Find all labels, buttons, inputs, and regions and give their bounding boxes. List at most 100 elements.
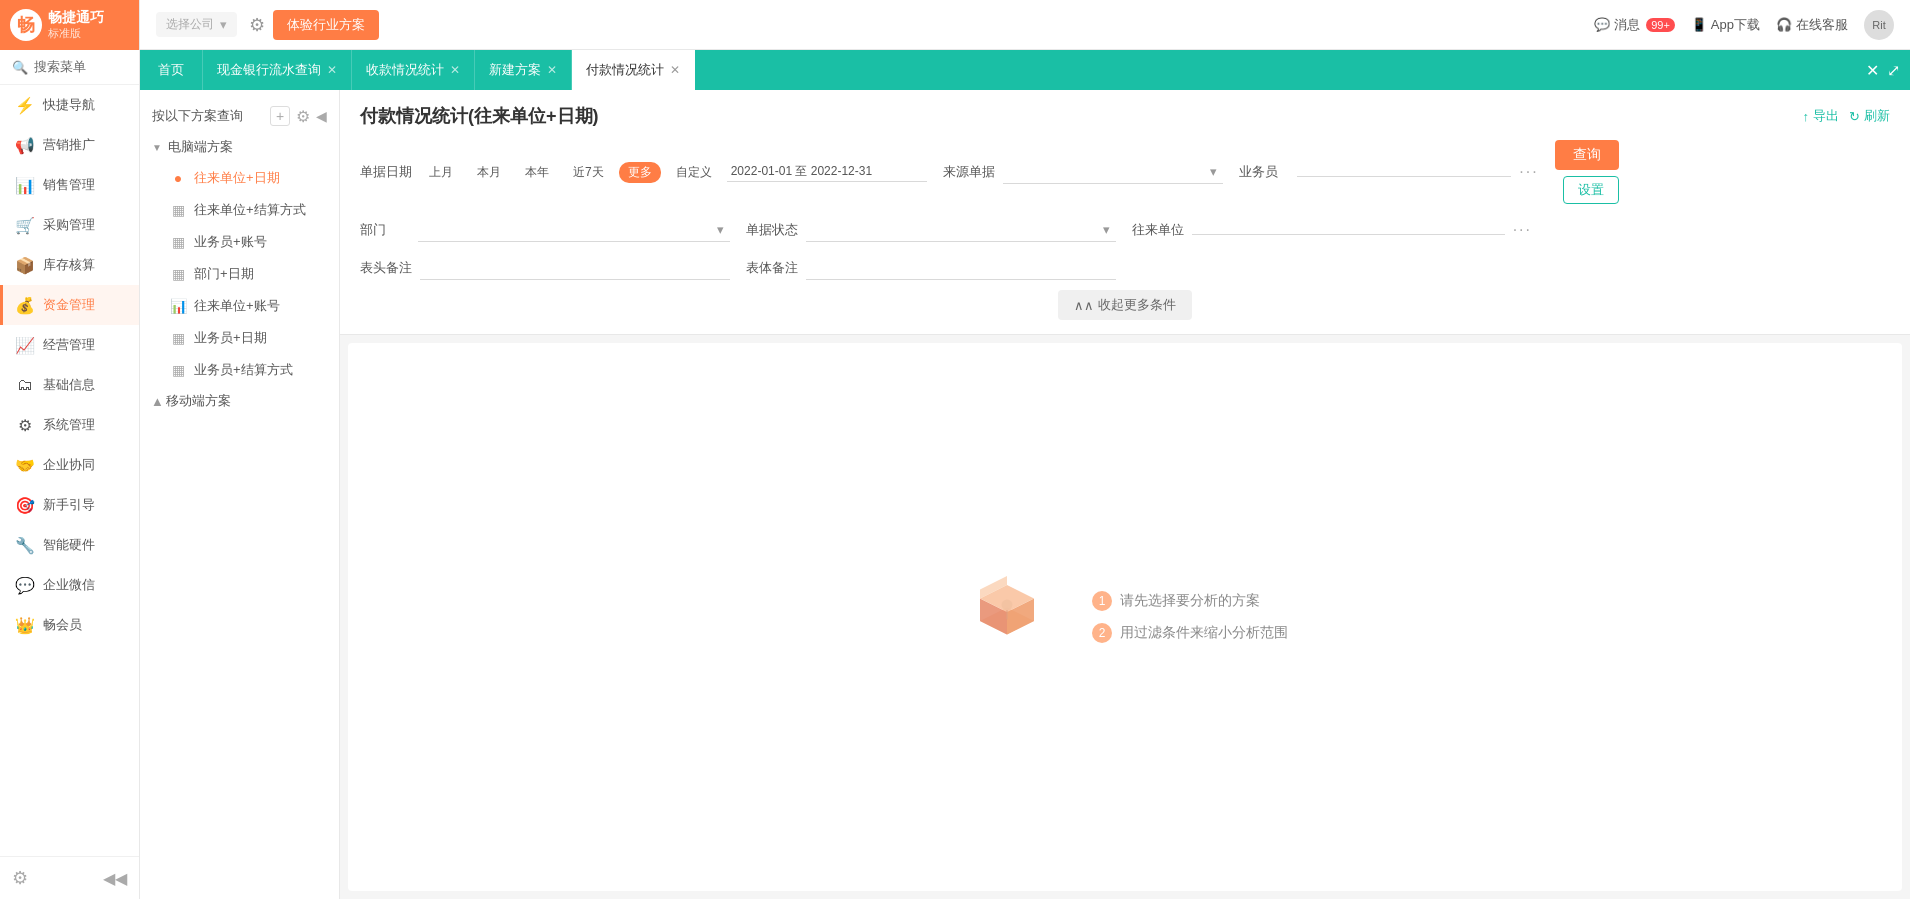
close-all-tabs-icon[interactable]: ✕ — [1866, 61, 1879, 80]
messages-button[interactable]: 💬 消息 99+ — [1594, 16, 1675, 34]
scheme-partner-date[interactable]: ● 往来单位+日期 — [140, 162, 339, 194]
mobile-section-title[interactable]: ▶ 移动端方案 — [140, 386, 339, 416]
collapse-filters-button[interactable]: ∧∧ 收起更多条件 — [1058, 290, 1192, 320]
scheme-salesman-date[interactable]: ▦ 业务员+日期 — [140, 322, 339, 354]
scheme-partner-settle[interactable]: ▦ 往来单位+结算方式 — [140, 194, 339, 226]
scheme-grid-icon-1: ▦ — [168, 202, 188, 218]
dept-chevron-icon: ▾ — [717, 222, 724, 237]
search-icon: 🔍 — [12, 60, 28, 75]
sidebar-item-member[interactable]: 👑 畅会员 — [0, 605, 139, 645]
left-panel: 按以下方案查询 + ⚙ ◀ ▼ 电脑端方案 ● 往来单位+日期 ▦ 往来单位+结… — [140, 90, 340, 899]
scheme-salesman-account[interactable]: ▦ 业务员+账号 — [140, 226, 339, 258]
sidebar-item-marketing[interactable]: 📢 营销推广 — [0, 125, 139, 165]
partner-select[interactable] — [1192, 226, 1505, 235]
header-note-input[interactable] — [420, 256, 730, 280]
app-download-button[interactable]: 📱 App下载 — [1691, 16, 1760, 34]
date-last-month-btn[interactable]: 上月 — [420, 161, 462, 184]
sidebar-item-system[interactable]: ⚙ 系统管理 — [0, 405, 139, 445]
tab-close-bank-flow[interactable]: ✕ — [327, 63, 337, 77]
date-custom-btn[interactable]: 自定义 — [667, 161, 721, 184]
sidebar-item-purchase[interactable]: 🛒 采购管理 — [0, 205, 139, 245]
tab-close-income-stats[interactable]: ✕ — [450, 63, 460, 77]
collapse-left-panel-icon[interactable]: ◀ — [316, 108, 327, 124]
user-avatar[interactable]: Rit — [1864, 10, 1894, 40]
doc-status-select[interactable]: ▾ — [806, 218, 1116, 242]
sidebar-item-sales[interactable]: 📊 销售管理 — [0, 165, 139, 205]
filter-rows: 单据日期 上月 本月 本年 近7天 更多 自定义 — [360, 140, 1890, 280]
filter-dept: 部门 ▾ — [360, 218, 730, 242]
tab-close-payment-stats[interactable]: ✕ — [670, 63, 680, 77]
sidebar-item-operations[interactable]: 📈 经营管理 — [0, 325, 139, 365]
pc-section-title[interactable]: ▼ 电脑端方案 — [140, 132, 339, 162]
salesman-dots-button[interactable]: ··· — [1519, 163, 1538, 181]
settings-gear-icon[interactable]: ⚙ — [12, 867, 28, 889]
add-scheme-button[interactable]: + — [270, 106, 290, 126]
sidebar-bottom: ⚙ ◀◀ — [0, 856, 139, 899]
export-icon: ↑ — [1803, 109, 1810, 124]
logo-text: 畅捷通巧 标准版 — [48, 9, 104, 41]
mobile-section-arrow-icon: ▶ — [151, 397, 162, 405]
date-this-year-btn[interactable]: 本年 — [516, 161, 558, 184]
purchase-icon: 🛒 — [15, 215, 35, 235]
refresh-button[interactable]: ↻ 刷新 — [1849, 107, 1890, 125]
date-7days-btn[interactable]: 近7天 — [564, 161, 613, 184]
sidebar-item-wechat[interactable]: 💬 企业微信 — [0, 565, 139, 605]
scheme-grid-icon-4: ▦ — [168, 330, 188, 346]
sidebar-item-quick-nav[interactable]: ⚡ 快捷导航 — [0, 85, 139, 125]
tab-close-new-plan[interactable]: ✕ — [547, 63, 557, 77]
scheme-settings-icon[interactable]: ⚙ — [296, 107, 310, 126]
tab-home[interactable]: 首页 — [140, 50, 203, 90]
collapse-sidebar-icon[interactable]: ◀◀ — [103, 869, 127, 888]
body-note-input[interactable] — [806, 256, 1116, 280]
logo-area: 畅 畅捷通巧 标准版 — [0, 0, 139, 50]
tab-bank-flow[interactable]: 现金银行流水查询 ✕ — [203, 50, 352, 90]
query-button[interactable]: 查询 — [1555, 140, 1619, 170]
source-doc-select[interactable]: ▾ — [1003, 160, 1223, 184]
main: 选择公司 ▾ ⚙ 体验行业方案 💬 消息 99+ 📱 App下载 🎧 在线客服 … — [140, 0, 1910, 899]
date-range-input[interactable] — [727, 163, 927, 182]
inventory-icon: 📦 — [15, 255, 35, 275]
filter-date-range: 单据日期 上月 本月 本年 近7天 更多 自定义 — [360, 161, 927, 184]
topbar-settings-icon[interactable]: ⚙ — [249, 14, 265, 36]
partner-dots-button[interactable]: ··· — [1513, 221, 1532, 239]
tab-new-plan[interactable]: 新建方案 ✕ — [475, 50, 572, 90]
filter-header-actions: ↑ 导出 ↻ 刷新 — [1803, 107, 1891, 125]
tab-payment-stats[interactable]: 付款情况统计 ✕ — [572, 50, 695, 90]
sidebar-item-basic-info[interactable]: 🗂 基础信息 — [0, 365, 139, 405]
filter-row-3: 表头备注 表体备注 — [360, 256, 1890, 280]
scheme-salesman-settle[interactable]: ▦ 业务员+结算方式 — [140, 354, 339, 386]
customer-service-button[interactable]: 🎧 在线客服 — [1776, 16, 1848, 34]
empty-hint-2: 2 用过滤条件来缩小分析范围 — [1092, 623, 1288, 643]
pc-section-arrow-icon: ▼ — [152, 142, 162, 153]
date-more-btn[interactable]: 更多 — [619, 162, 661, 183]
date-this-month-btn[interactable]: 本月 — [468, 161, 510, 184]
tabbar-actions: ✕ ⤢ — [1856, 50, 1910, 90]
filter-settings-button[interactable]: 设置 — [1563, 176, 1619, 204]
sidebar-item-enterprise[interactable]: 🤝 企业协同 — [0, 445, 139, 485]
sidebar-item-inventory[interactable]: 📦 库存核算 — [0, 245, 139, 285]
scheme-dept-date[interactable]: ▦ 部门+日期 — [140, 258, 339, 290]
search-menu[interactable]: 🔍 搜索菜单 — [0, 50, 139, 85]
sidebar-item-guide[interactable]: 🎯 新手引导 — [0, 485, 139, 525]
sidebar-item-hardware[interactable]: 🔧 智能硬件 — [0, 525, 139, 565]
wechat-icon: 💬 — [15, 575, 35, 595]
headset-icon: 🎧 — [1776, 17, 1792, 32]
export-button[interactable]: ↑ 导出 — [1803, 107, 1840, 125]
salesman-select[interactable] — [1297, 168, 1512, 177]
dept-select[interactable]: ▾ — [418, 218, 730, 242]
scheme-grid-icon-5: ▦ — [168, 362, 188, 378]
hardware-icon: 🔧 — [15, 535, 35, 555]
filter-row-1: 单据日期 上月 本月 本年 近7天 更多 自定义 — [360, 140, 1890, 204]
filter-header-note: 表头备注 — [360, 256, 730, 280]
expand-tabs-icon[interactable]: ⤢ — [1887, 61, 1900, 80]
empty-hint-1: 1 请先选择要分析的方案 — [1092, 591, 1288, 611]
company-selector[interactable]: 选择公司 ▾ — [156, 12, 237, 37]
filter-doc-status: 单据状态 ▾ — [746, 218, 1116, 242]
try-industry-button[interactable]: 体验行业方案 — [273, 10, 379, 40]
sidebar-item-finance[interactable]: 💰 资金管理 — [0, 285, 139, 325]
scheme-grid-icon-2: ▦ — [168, 234, 188, 250]
filter-body-note: 表体备注 — [746, 256, 1116, 280]
tab-income-stats[interactable]: 收款情况统计 ✕ — [352, 50, 475, 90]
empty-state: 1 请先选择要分析的方案 2 用过滤条件来缩小分析范围 — [348, 343, 1902, 891]
scheme-partner-account[interactable]: 📊 往来单位+账号 — [140, 290, 339, 322]
